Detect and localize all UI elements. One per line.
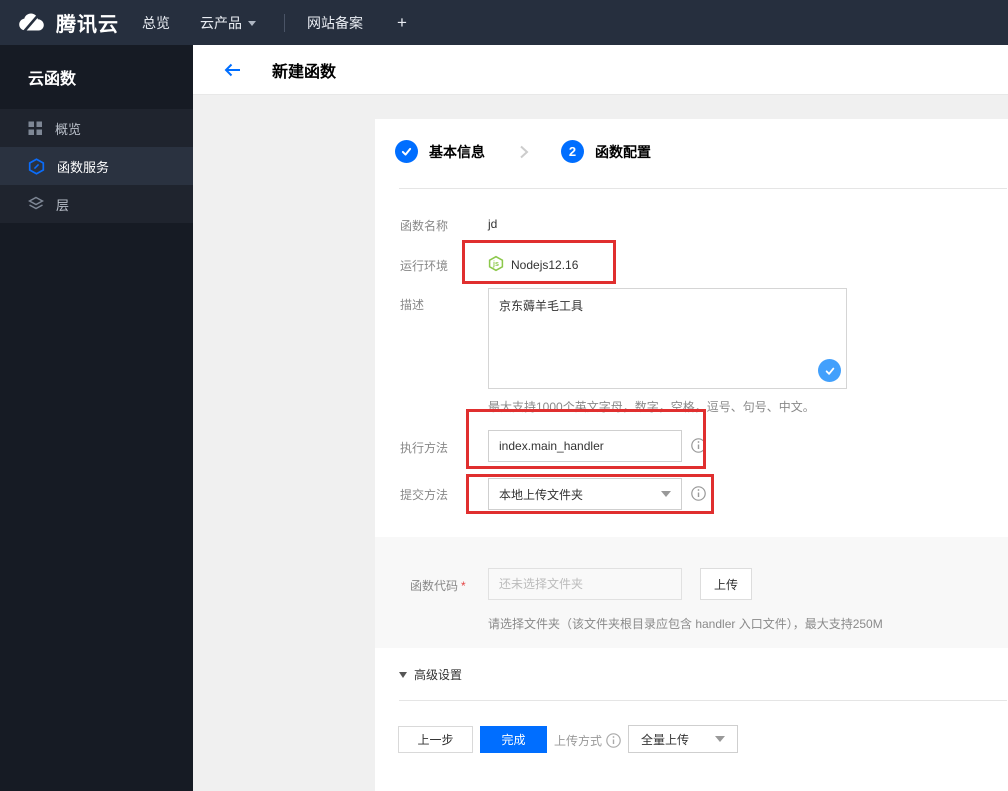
nav-add-tab-button[interactable]: + <box>397 13 407 33</box>
footer-divider <box>399 700 1007 701</box>
nodejs-icon: js <box>488 255 504 272</box>
submit-method-select[interactable]: 本地上传文件夹 <box>488 478 682 510</box>
handler-info-icon[interactable] <box>691 438 706 453</box>
triangle-down-icon <box>399 671 407 678</box>
step2: 2 函数配置 <box>561 140 651 163</box>
handler-input[interactable] <box>488 430 682 462</box>
submit-method-value: 本地上传文件夹 <box>499 487 584 502</box>
sidebar-item-function-service[interactable]: 函数服务 <box>0 147 193 185</box>
step-indicator: 基本信息 2 函数配置 <box>395 140 651 163</box>
layers-icon <box>28 196 44 212</box>
description-label: 描述 <box>400 298 425 312</box>
step1-done-circle <box>395 140 418 163</box>
valid-check-icon <box>818 359 841 382</box>
submit-method-info-icon[interactable] <box>691 486 706 501</box>
upload-mode-label: 上传方式 <box>554 734 603 748</box>
check-icon <box>400 145 413 158</box>
sidebar: 云函数 概览 函数服务 层 <box>0 45 193 791</box>
upload-mode: 上传方式 <box>554 732 621 749</box>
advanced-settings-label: 高级设置 <box>414 668 463 682</box>
description-textarea[interactable]: 京东薅羊毛工具 <box>488 288 847 389</box>
chevron-down-icon <box>715 736 725 742</box>
function-hexagon-icon <box>28 157 45 175</box>
sidebar-item-overview[interactable]: 概览 <box>0 109 193 147</box>
submit-method-label: 提交方法 <box>400 488 449 502</box>
function-code-section: 函数代码* 上传 请选择文件夹（该文件夹根目录应包含 handler 入口文件）… <box>375 537 1008 648</box>
page-header: 新建函数 <box>193 45 1008 95</box>
grid-icon <box>28 121 43 136</box>
runtime-value: Nodejs12.16 <box>511 258 579 272</box>
tencent-cloud-logo[interactable]: 腾讯云 <box>0 8 126 37</box>
sidebar-item-label: 概览 <box>55 121 82 137</box>
upload-button[interactable]: 上传 <box>700 568 752 600</box>
nav-item-overview[interactable]: 总览 <box>142 13 170 33</box>
nav-item-cloud-products[interactable]: 云产品 <box>200 13 256 33</box>
function-name-value: jd <box>488 217 498 231</box>
description-helper-text: 最大支持1000个英文字母，数字，空格，逗号、句号、中文。 <box>488 400 815 414</box>
required-asterisk: * <box>461 579 466 593</box>
chevron-down-icon <box>248 21 256 26</box>
step2-number-circle: 2 <box>561 140 584 163</box>
handler-label: 执行方法 <box>400 441 449 455</box>
sidebar-item-layers[interactable]: 层 <box>0 185 193 223</box>
create-function-card: 基本信息 2 函数配置 函数名称 jd 运行环境 js Nodejs12.16 <box>375 119 1008 791</box>
sidebar-menu: 概览 函数服务 层 <box>0 109 193 223</box>
upload-mode-info-icon[interactable] <box>606 733 621 748</box>
previous-step-button[interactable]: 上一步 <box>398 726 473 753</box>
function-code-helper-text: 请选择文件夹（该文件夹根目录应包含 handler 入口文件），最大支持250M <box>488 617 883 631</box>
top-navbar: 腾讯云 总览 云产品 网站备案 + <box>0 0 1008 45</box>
chevron-down-icon <box>661 491 671 497</box>
sidebar-item-label: 层 <box>56 197 70 213</box>
chevron-right-icon <box>519 144 529 160</box>
sidebar-item-label: 函数服务 <box>57 159 110 175</box>
back-arrow-icon[interactable] <box>222 62 242 78</box>
step1-label: 基本信息 <box>429 143 485 160</box>
cloud-logo-icon <box>16 11 48 35</box>
function-name-label: 函数名称 <box>400 219 449 233</box>
function-code-label: 函数代码 * <box>410 579 466 593</box>
nav-divider <box>284 13 285 32</box>
upload-mode-value: 全量上传 <box>641 732 690 747</box>
folder-path-input[interactable] <box>488 568 682 600</box>
app-root: 腾讯云 总览 云产品 网站备案 + 云函数 概览 函数服务 层 新建函数 基本信… <box>0 0 1008 791</box>
svg-text:js: js <box>492 260 499 268</box>
brand-name: 腾讯云 <box>56 14 119 36</box>
page-title: 新建函数 <box>272 63 337 81</box>
upload-mode-select[interactable]: 全量上传 <box>628 725 738 753</box>
steps-divider <box>399 188 1007 189</box>
nav-item-icp-filing[interactable]: 网站备案 <box>307 13 363 33</box>
runtime-label: 运行环境 <box>400 259 449 273</box>
finish-button[interactable]: 完成 <box>480 726 547 753</box>
sidebar-title: 云函数 <box>28 71 77 88</box>
step2-label: 函数配置 <box>595 143 651 160</box>
advanced-settings-toggle[interactable]: 高级设置 <box>399 666 462 683</box>
